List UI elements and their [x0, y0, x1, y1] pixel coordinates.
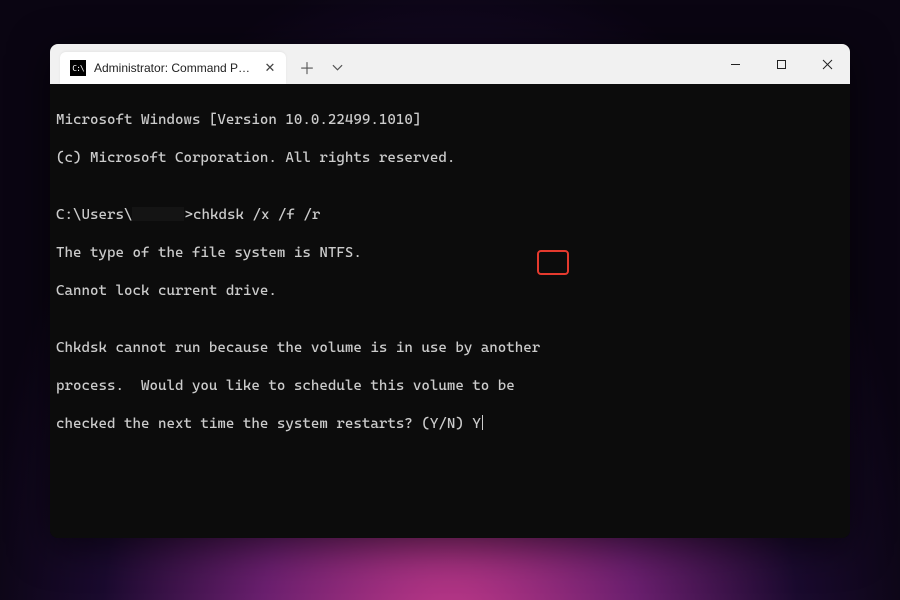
close-window-button[interactable]	[804, 48, 850, 80]
window-controls	[712, 44, 850, 84]
prompt-question: checked the next time the system restart…	[56, 416, 472, 432]
output-line: Chkdsk cannot run because the volume is …	[56, 339, 844, 358]
maximize-button[interactable]	[758, 48, 804, 80]
cmd-icon: C:\	[70, 60, 86, 76]
prompt-yn-line: checked the next time the system restart…	[56, 415, 844, 434]
tab-strip: C:\ Administrator: Command Prompt ✕ ＋	[50, 44, 352, 84]
command-prompt-window: C:\ Administrator: Command Prompt ✕ ＋ Mi…	[50, 44, 850, 538]
tab-title: Administrator: Command Prompt	[94, 61, 254, 75]
titlebar: C:\ Administrator: Command Prompt ✕ ＋	[50, 44, 850, 84]
minimize-button[interactable]	[712, 48, 758, 80]
redacted-username	[132, 207, 184, 221]
entered-command: chkdsk /x /f /r	[193, 207, 320, 223]
tab-dropdown-button[interactable]	[322, 52, 352, 82]
user-response: Y	[472, 416, 481, 432]
output-line: The type of the file system is NTFS.	[56, 244, 844, 263]
output-line: (c) Microsoft Corporation. All rights re…	[56, 149, 844, 168]
text-cursor	[482, 415, 483, 430]
terminal-content[interactable]: Microsoft Windows [Version 10.0.22499.10…	[50, 84, 850, 538]
output-line: process. Would you like to schedule this…	[56, 377, 844, 396]
close-tab-button[interactable]: ✕	[262, 60, 278, 76]
new-tab-button[interactable]: ＋	[292, 52, 322, 82]
output-line: Cannot lock current drive.	[56, 282, 844, 301]
output-line: Microsoft Windows [Version 10.0.22499.10…	[56, 111, 844, 130]
prompt-line: C:\Users\ >chkdsk /x /f /r	[56, 206, 844, 225]
tab-cmd[interactable]: C:\ Administrator: Command Prompt ✕	[60, 52, 286, 84]
prompt-suffix: >	[184, 207, 193, 223]
prompt-path-prefix: C:\Users\	[56, 207, 132, 223]
